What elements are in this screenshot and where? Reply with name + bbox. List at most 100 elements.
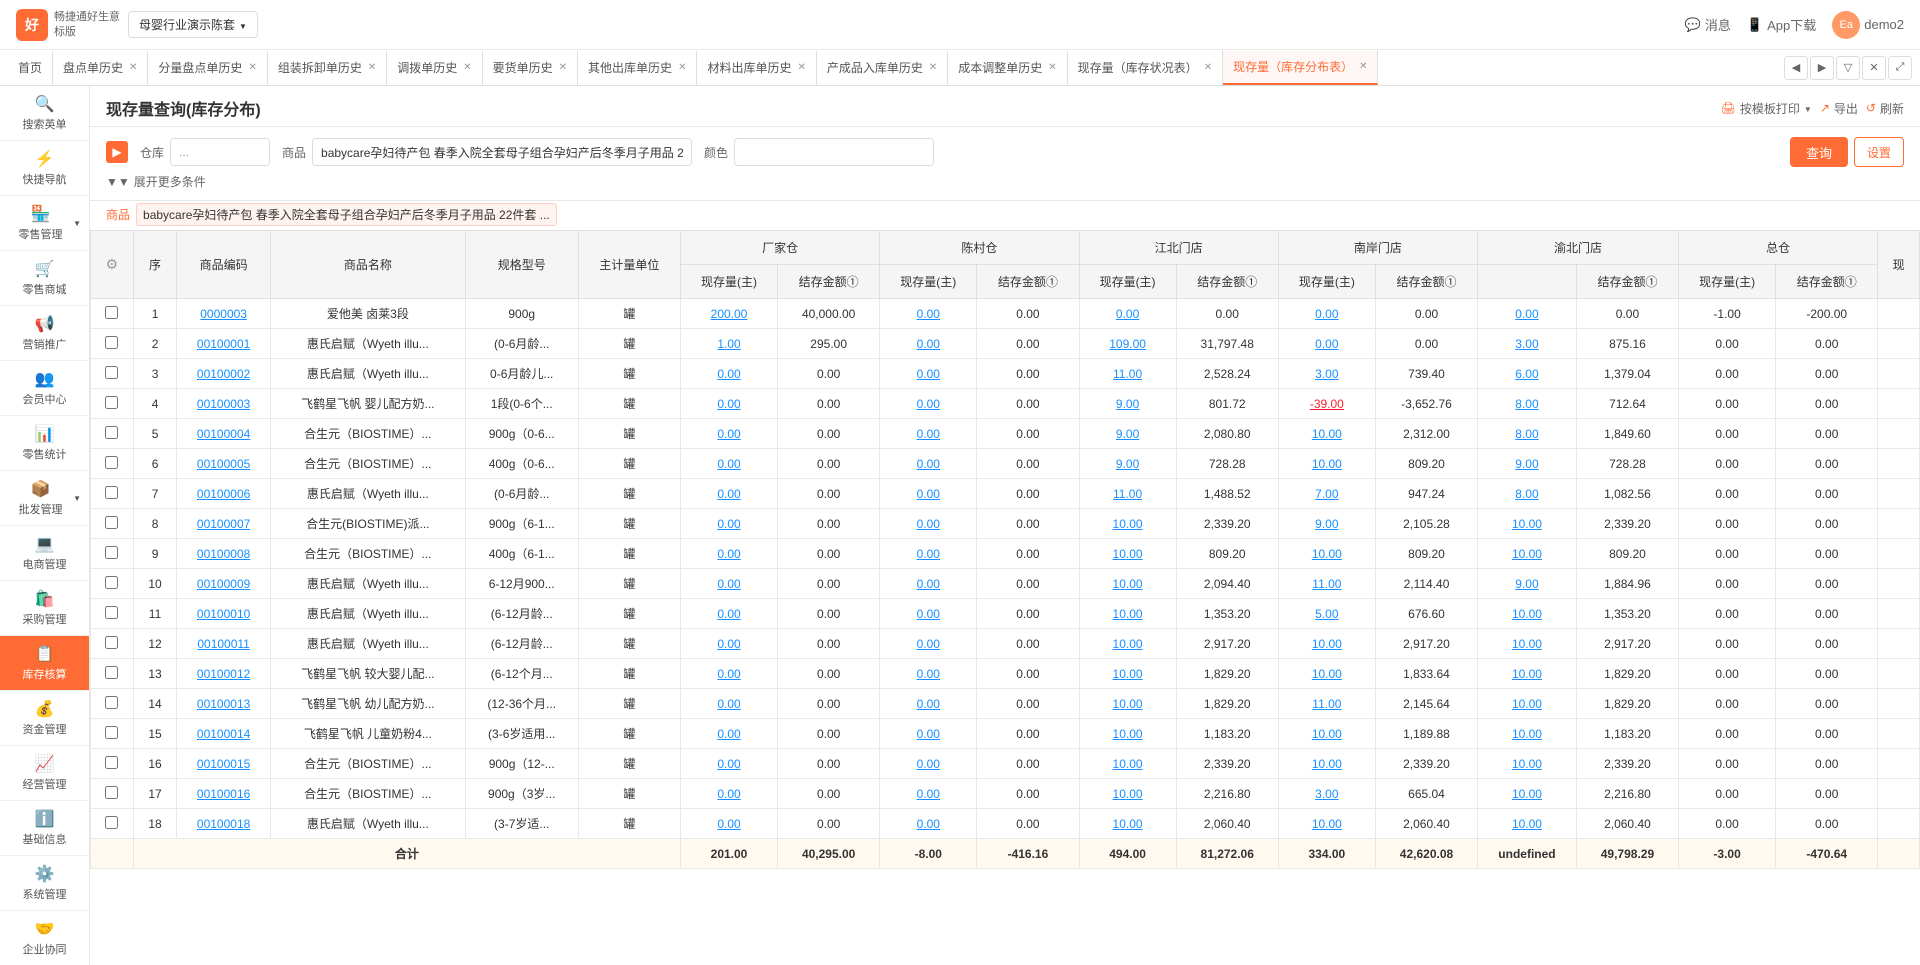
row-extra — [1878, 359, 1920, 389]
tab-close-icon[interactable]: ✕ — [129, 62, 137, 73]
row-code: 00100016 — [177, 779, 271, 809]
sidebar-item-marketing[interactable]: 📢 营销推广 — [0, 306, 89, 361]
sidebar-item-member[interactable]: 👥 会员中心 — [0, 361, 89, 416]
tab-11[interactable]: 现存量（库存分布表） ✕ — [1223, 51, 1378, 85]
collapse-btn[interactable]: ▶ — [106, 141, 128, 163]
tab-close-all[interactable]: ✕ — [1862, 56, 1886, 80]
row-checkbox[interactable] — [91, 749, 134, 779]
sidebar-item-inventory[interactable]: 📋 库存核算 — [0, 636, 89, 691]
row-checkbox[interactable] — [91, 479, 134, 509]
row-jiangbei-stock: 11.00 — [1079, 359, 1176, 389]
settings-gear-btn[interactable]: ⚙ — [106, 256, 119, 273]
row-checkbox[interactable] — [91, 509, 134, 539]
query-button[interactable]: 查询 — [1790, 137, 1848, 167]
row-checkbox[interactable] — [91, 299, 134, 329]
row-yuebei-amount: 1,849.60 — [1576, 419, 1678, 449]
th-extra: 现 — [1878, 231, 1920, 299]
row-checkbox[interactable] — [91, 599, 134, 629]
table-row: 7 00100006 惠氏启赋（Wyeth illu... (0-6月龄... … — [91, 479, 1920, 509]
tab-1[interactable]: 盘点单历史 ✕ — [53, 51, 148, 85]
tab-6[interactable]: 其他出库单历史 ✕ — [578, 51, 697, 85]
tab-nav: ◀ ▶ ▽ ✕ ⤢ — [1784, 56, 1920, 80]
row-checkbox[interactable] — [91, 389, 134, 419]
tab-8[interactable]: 产成品入库单历史 ✕ — [817, 51, 948, 85]
tab-home[interactable]: 首页 — [8, 51, 53, 85]
tab-9[interactable]: 成本调整单历史 ✕ — [948, 51, 1067, 85]
sidebar-item-operations[interactable]: 📈 经营管理 — [0, 746, 89, 801]
refresh-btn[interactable]: ↺ 刷新 — [1866, 100, 1904, 117]
row-nanan-stock: 10.00 — [1278, 539, 1375, 569]
sidebar-item-purchase[interactable]: 🛍️ 采购管理 — [0, 581, 89, 636]
row-checkbox[interactable] — [91, 629, 134, 659]
row-checkbox[interactable] — [91, 719, 134, 749]
tab-3[interactable]: 组装拆卸单历史 ✕ — [268, 51, 387, 85]
expand-conditions-btn[interactable]: ▼▼ 展开更多条件 — [106, 173, 1904, 190]
tab-nav-more[interactable]: ▽ — [1836, 56, 1860, 80]
company-selector[interactable]: 母婴行业演示陈套 — [128, 11, 258, 38]
row-chenlu-stock: 0.00 — [880, 719, 977, 749]
sidebar-item-retail-mgmt[interactable]: 🏪 零售管理 — [0, 196, 89, 251]
sidebar-item-retail-stats[interactable]: 📊 零售统计 — [0, 416, 89, 471]
export-btn[interactable]: ↗ 导出 — [1820, 100, 1858, 117]
tab-close-icon[interactable]: ✕ — [368, 62, 376, 73]
message-btn[interactable]: 💬 消息 — [1685, 15, 1731, 34]
tab-expand[interactable]: ⤢ — [1888, 56, 1912, 80]
row-checkbox[interactable] — [91, 569, 134, 599]
tab-close-icon[interactable]: ✕ — [797, 62, 805, 73]
row-spec: 0-6月龄儿... — [465, 359, 578, 389]
tab-10[interactable]: 现存量（库存状况表） ✕ — [1068, 51, 1223, 85]
sidebar-item-finance[interactable]: 💰 资金管理 — [0, 691, 89, 746]
tab-2[interactable]: 分量盘点单历史 ✕ — [148, 51, 267, 85]
row-spec: (12-36个月... — [465, 689, 578, 719]
print-btn[interactable]: 🖨 按模板打印 — [1721, 100, 1812, 117]
page-header: 现存量查询(库存分布) 🖨 按模板打印 ↗ 导出 ↺ 刷新 — [90, 86, 1920, 127]
row-checkbox[interactable] — [91, 539, 134, 569]
setting-button[interactable]: 设置 — [1854, 137, 1904, 167]
row-checkbox[interactable] — [91, 449, 134, 479]
warehouse-input[interactable] — [170, 138, 270, 166]
row-checkbox[interactable] — [91, 659, 134, 689]
tab-nav-next[interactable]: ▶ — [1810, 56, 1834, 80]
row-chenlu-stock: 0.00 — [880, 749, 977, 779]
row-checkbox[interactable] — [91, 809, 134, 839]
sidebar-item-base-info[interactable]: ℹ️ 基础信息 — [0, 801, 89, 856]
row-checkbox[interactable] — [91, 329, 134, 359]
product-input[interactable] — [312, 138, 692, 166]
tab-close-icon[interactable]: ✕ — [1359, 61, 1367, 72]
row-chenlu-stock: 0.00 — [880, 509, 977, 539]
app-download-btn[interactable]: 📱 App下载 — [1747, 15, 1816, 34]
tab-5[interactable]: 要货单历史 ✕ — [483, 51, 578, 85]
row-checkbox[interactable] — [91, 689, 134, 719]
row-extra — [1878, 509, 1920, 539]
sidebar-item-system[interactable]: ⚙️ 系统管理 — [0, 856, 89, 911]
tab-close-icon[interactable]: ✕ — [248, 62, 256, 73]
row-factory-stock: 0.00 — [680, 539, 777, 569]
color-input[interactable] — [734, 138, 934, 166]
row-name: 飞鹤星飞帆 婴儿配方奶... — [271, 389, 466, 419]
row-checkbox[interactable] — [91, 779, 134, 809]
tab-close-icon[interactable]: ✕ — [678, 62, 686, 73]
user-area[interactable]: Ea demo2 — [1832, 11, 1904, 39]
tab-close-icon[interactable]: ✕ — [1048, 62, 1056, 73]
row-checkbox[interactable] — [91, 359, 134, 389]
row-nanan-amount: 0.00 — [1375, 299, 1477, 329]
tab-nav-prev[interactable]: ◀ — [1784, 56, 1808, 80]
sidebar-item-ecommerce[interactable]: 💻 电商管理 — [0, 526, 89, 581]
sidebar-item-shop[interactable]: 🛒 零售商城 — [0, 251, 89, 306]
row-yuebei-amount: 1,082.56 — [1576, 479, 1678, 509]
sidebar-item-search[interactable]: 🔍 搜索英单 — [0, 86, 89, 141]
row-chenlu-stock: 0.00 — [880, 299, 977, 329]
tab-close-icon[interactable]: ✕ — [1204, 62, 1212, 73]
sidebar-item-collaboration[interactable]: 🤝 企业协同 — [0, 911, 89, 965]
row-nanan-amount: 2,312.00 — [1375, 419, 1477, 449]
tab-close-icon[interactable]: ✕ — [559, 62, 567, 73]
tab-close-icon[interactable]: ✕ — [929, 62, 937, 73]
tab-7[interactable]: 材料出库单历史 ✕ — [697, 51, 816, 85]
sidebar-item-wholesale[interactable]: 📦 批发管理 — [0, 471, 89, 526]
tab-4[interactable]: 调拨单历史 ✕ — [387, 51, 482, 85]
row-checkbox[interactable] — [91, 419, 134, 449]
tab-close-icon[interactable]: ✕ — [463, 62, 471, 73]
row-nanan-stock: 3.00 — [1278, 359, 1375, 389]
row-factory-stock: 0.00 — [680, 629, 777, 659]
sidebar-item-quicknav[interactable]: ⚡ 快捷导航 — [0, 141, 89, 196]
